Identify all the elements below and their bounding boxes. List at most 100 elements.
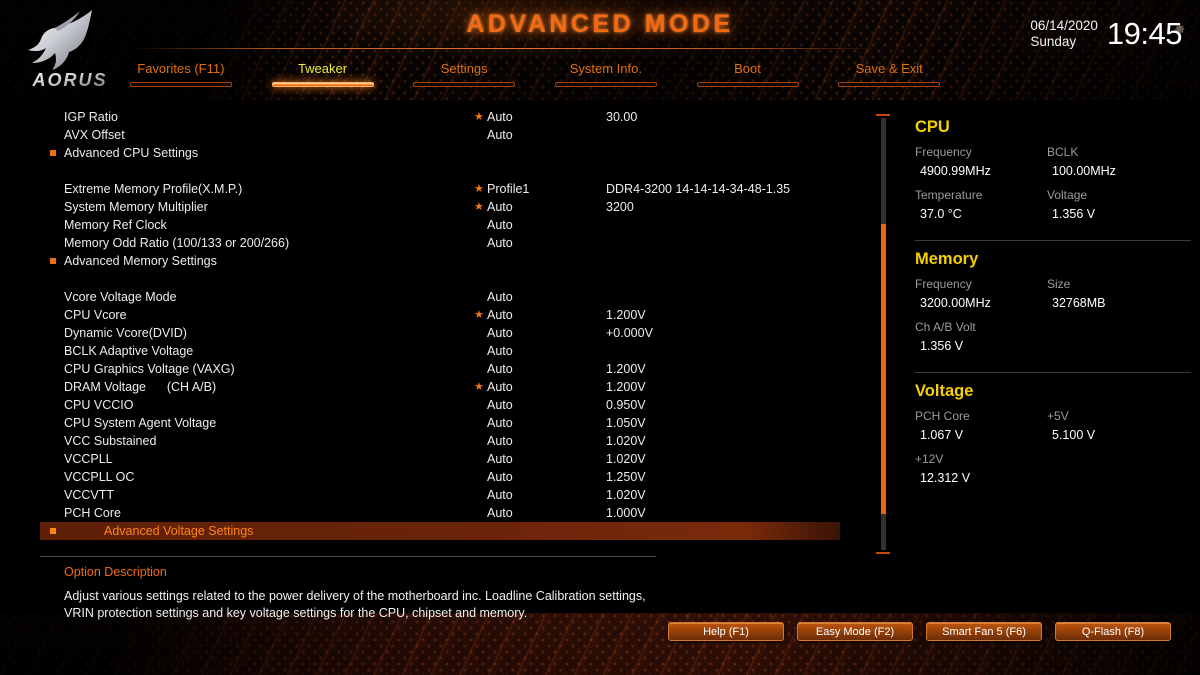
svg-text:AORUS: AORUS: [31, 70, 107, 90]
setting-value[interactable]: Auto: [487, 234, 513, 252]
panel-cell: Frequency 4900.99MHz: [915, 143, 1047, 186]
setting-value-detail: 1.020V: [606, 434, 646, 448]
function-button-help-f1[interactable]: Help (F1): [668, 622, 784, 641]
setting-value[interactable]: Auto: [487, 414, 513, 432]
title-divider: [130, 48, 880, 49]
option-description-text: Adjust various settings related to the p…: [64, 589, 646, 620]
panel-divider: [915, 240, 1191, 241]
setting-value[interactable]: Auto: [487, 198, 513, 216]
setting-value-detail: 1.000V: [606, 506, 646, 520]
tab-settings[interactable]: Settings: [393, 60, 535, 96]
tab-label: Tweaker: [297, 61, 348, 76]
favorite-star-icon[interactable]: ★: [474, 109, 484, 125]
setting-row[interactable]: CPU VCCIO Auto 0.950V: [0, 396, 860, 414]
panel-label: Frequency: [915, 145, 972, 159]
setting-row[interactable]: CPU Graphics Voltage (VAXG) Auto 1.200V: [0, 360, 860, 378]
favorite-star-icon[interactable]: ★: [474, 307, 484, 323]
gear-icon[interactable]: [1173, 22, 1186, 35]
setting-label: BCLK Adaptive Voltage: [64, 344, 194, 358]
panel-value: 3200.00MHz: [920, 296, 991, 310]
setting-value[interactable]: Auto: [487, 396, 513, 414]
setting-value[interactable]: Auto: [487, 486, 513, 504]
vertical-scrollbar[interactable]: [876, 114, 890, 554]
panel-group-cpu: CPU Frequency 4900.99MHz BCLK 100.00MHz Tempe…: [915, 118, 1191, 229]
setting-row[interactable]: Memory Odd Ratio (100/133 or 200/266) Aut…: [0, 234, 860, 252]
setting-row[interactable]: CPU System Agent Voltage Auto 1.050V: [0, 414, 860, 432]
setting-row[interactable]: Vcore Voltage Mode Auto: [0, 288, 860, 306]
setting-label: VCCPLL OC: [64, 470, 135, 484]
tab-underline: [838, 82, 941, 87]
tab-favorites-f11[interactable]: Favorites (F11): [110, 60, 252, 96]
setting-row[interactable]: System Memory Multiplier ★ Auto 3200: [0, 198, 860, 216]
date-text: 06/14/2020: [1030, 18, 1098, 33]
setting-row[interactable]: Advanced Memory Settings: [0, 252, 860, 270]
setting-value[interactable]: Auto: [487, 126, 513, 144]
setting-row[interactable]: IGP Ratio ★ Auto 30.00: [0, 108, 860, 126]
function-button-q-flash-f8[interactable]: Q-Flash (F8): [1055, 622, 1171, 641]
favorite-star-icon[interactable]: ★: [474, 379, 484, 395]
panel-label: +12V: [915, 452, 944, 466]
setting-value-detail: 1.020V: [606, 452, 646, 466]
setting-row[interactable]: BCLK Adaptive Voltage Auto: [0, 342, 860, 360]
setting-value[interactable]: Auto: [487, 288, 513, 306]
panel-cell: Voltage 1.356 V: [1047, 186, 1179, 229]
setting-row-selected[interactable]: Advanced Voltage Settings: [40, 522, 840, 540]
tab-boot[interactable]: Boot: [677, 60, 819, 96]
tab-save-exit[interactable]: Save & Exit: [818, 60, 960, 96]
setting-row[interactable]: CPU Vcore ★ Auto 1.200V: [0, 306, 860, 324]
page-title: ADVANCED MODE: [466, 10, 734, 38]
setting-value[interactable]: Auto: [487, 360, 513, 378]
setting-row[interactable]: Extreme Memory Profile(X.M.P.) ★ Profile1 D…: [0, 180, 860, 198]
setting-label: Advanced CPU Settings: [64, 146, 199, 160]
panel-row: Frequency 3200.00MHz Size 32768MB: [915, 275, 1191, 318]
panel-row: Ch A/B Volt 1.356 V: [915, 318, 1191, 361]
main-navigation: Favorites (F11) Tweaker Settings System Inf…: [110, 60, 960, 96]
panel-cell: Temperature 37.0 °C: [915, 186, 1047, 229]
setting-value[interactable]: Auto: [487, 306, 513, 324]
panel-cell: Frequency 3200.00MHz: [915, 275, 1047, 318]
panel-label: Ch A/B Volt: [915, 320, 976, 334]
setting-value[interactable]: Auto: [487, 342, 513, 360]
setting-value-detail: 1.250V: [606, 470, 646, 484]
function-button-smart-fan-5-f6[interactable]: Smart Fan 5 (F6): [926, 622, 1042, 641]
setting-value[interactable]: Auto: [487, 468, 513, 486]
setting-value[interactable]: Auto: [487, 108, 513, 126]
setting-value[interactable]: Profile1: [487, 180, 529, 198]
panel-group-memory: Memory Frequency 3200.00MHz Size 32768MB Ch A…: [915, 250, 1191, 361]
setting-row[interactable]: VCCVTT Auto 1.020V: [0, 486, 860, 504]
weekday-text: Sunday: [1030, 34, 1077, 49]
panel-row: PCH Core 1.067 V +5V 5.100 V: [915, 407, 1191, 450]
setting-row[interactable]: VCC Substained Auto 1.020V: [0, 432, 860, 450]
function-button-easy-mode-f2[interactable]: Easy Mode (F2): [797, 622, 913, 641]
setting-value[interactable]: Auto: [487, 432, 513, 450]
setting-value-detail: 30.00: [606, 110, 638, 124]
setting-row[interactable]: Advanced CPU Settings: [0, 144, 860, 162]
setting-value[interactable]: Auto: [487, 504, 513, 522]
setting-row[interactable]: VCCPLL OC Auto 1.250V: [0, 468, 860, 486]
panel-label: +5V: [1047, 409, 1069, 423]
tab-underline: [696, 82, 799, 87]
scrollbar-thumb[interactable]: [881, 224, 886, 515]
setting-row[interactable]: VCCPLL Auto 1.020V: [0, 450, 860, 468]
favorite-star-icon[interactable]: ★: [474, 181, 484, 197]
setting-row[interactable]: DRAM Voltage (CH A/B) ★ Auto 1.200V: [0, 378, 860, 396]
favorite-star-icon[interactable]: ★: [474, 199, 484, 215]
setting-value-detail: 1.200V: [606, 308, 646, 322]
setting-value[interactable]: Auto: [487, 216, 513, 234]
setting-value[interactable]: Auto: [487, 450, 513, 468]
tab-system-info[interactable]: System Info.: [535, 60, 677, 96]
setting-row[interactable]: PCH Core Auto 1.000V: [0, 504, 860, 522]
setting-row[interactable]: Memory Ref Clock Auto: [0, 216, 860, 234]
setting-label: CPU VCCIO: [64, 398, 134, 412]
setting-row[interactable]: AVX Offset Auto: [0, 126, 860, 144]
tab-underline: [413, 82, 516, 87]
tab-tweaker[interactable]: Tweaker: [252, 60, 394, 96]
setting-row[interactable]: Dynamic Vcore(DVID) Auto +0.000V: [0, 324, 860, 342]
settings-list: IGP Ratio ★ Auto 30.00 AVX Offset Auto Advance…: [0, 108, 860, 548]
panel-value: 37.0 °C: [920, 207, 962, 221]
setting-value-detail: DDR4-3200 14-14-14-34-48-1.35: [606, 182, 791, 196]
submenu-bullet-icon: [50, 258, 56, 264]
setting-value[interactable]: Auto: [487, 378, 513, 396]
setting-value[interactable]: Auto: [487, 324, 513, 342]
